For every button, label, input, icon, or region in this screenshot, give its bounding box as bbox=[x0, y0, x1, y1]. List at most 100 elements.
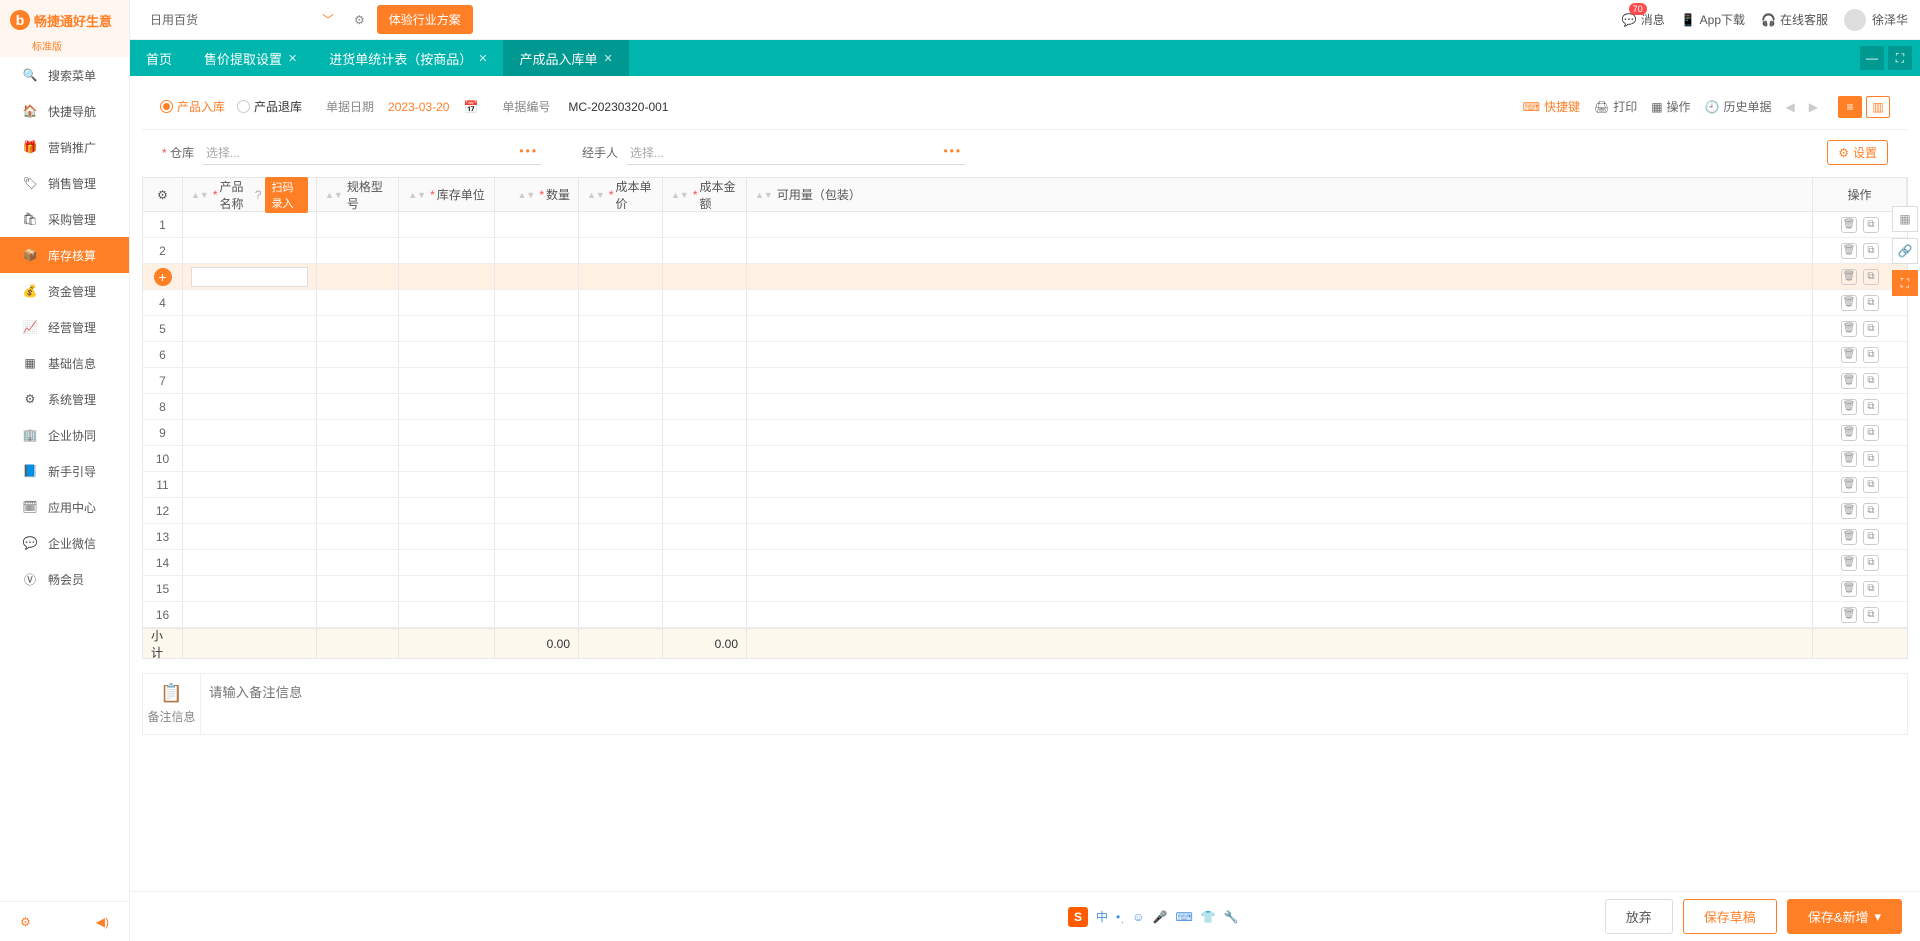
cell-spec[interactable] bbox=[317, 602, 399, 627]
scan-button[interactable]: 扫码录入 bbox=[265, 177, 308, 213]
delete-row-icon[interactable]: 🗑 bbox=[1841, 269, 1857, 285]
ime-smile-icon[interactable]: ☺ bbox=[1132, 910, 1144, 924]
cell-amount[interactable] bbox=[663, 316, 747, 341]
cell-name[interactable] bbox=[183, 524, 317, 549]
cell-name[interactable] bbox=[183, 394, 317, 419]
cell-amount[interactable] bbox=[663, 264, 747, 289]
cell-qty[interactable] bbox=[495, 498, 579, 523]
cell-qty[interactable] bbox=[495, 446, 579, 471]
table-row[interactable]: 4 🗑 ⧉ bbox=[143, 290, 1907, 316]
cell-name[interactable] bbox=[183, 550, 317, 575]
ime-lang[interactable]: 中 bbox=[1096, 908, 1108, 925]
cell-price[interactable] bbox=[579, 212, 663, 237]
tab-2[interactable]: 进货单统计表（按商品）✕ bbox=[313, 40, 503, 76]
cell-unit[interactable] bbox=[399, 576, 495, 601]
sidebar-item-apps[interactable]: 🗓应用中心 bbox=[0, 489, 129, 525]
delete-row-icon[interactable]: 🗑 bbox=[1841, 503, 1857, 519]
copy-row-icon[interactable]: ⧉ bbox=[1863, 321, 1879, 337]
cell-amount[interactable] bbox=[663, 602, 747, 627]
cell-available[interactable] bbox=[747, 420, 1813, 445]
sidebar-item-book[interactable]: 📘新手引导 bbox=[0, 453, 129, 489]
cell-qty[interactable] bbox=[495, 472, 579, 497]
cell-price[interactable] bbox=[579, 264, 663, 289]
collapse-icon[interactable]: ◀) bbox=[96, 915, 109, 929]
save-new-button[interactable]: 保存&新增 ▾ bbox=[1787, 899, 1902, 934]
cell-amount[interactable] bbox=[663, 472, 747, 497]
cell-amount[interactable] bbox=[663, 290, 747, 315]
sidebar-item-cart[interactable]: 🛍采购管理 bbox=[0, 201, 129, 237]
table-row[interactable]: 9 🗑 ⧉ bbox=[143, 420, 1907, 446]
table-row[interactable]: 6 🗑 ⧉ bbox=[143, 342, 1907, 368]
view-card[interactable]: ▥ bbox=[1866, 96, 1890, 118]
cell-amount[interactable] bbox=[663, 576, 747, 601]
ime-tool-icon[interactable]: 🔧 bbox=[1224, 910, 1239, 924]
cell-name[interactable] bbox=[183, 576, 317, 601]
cell-unit[interactable] bbox=[399, 550, 495, 575]
cell-price[interactable] bbox=[579, 316, 663, 341]
delete-row-icon[interactable]: 🗑 bbox=[1841, 477, 1857, 493]
cell-name[interactable] bbox=[183, 602, 317, 627]
remark-input[interactable] bbox=[201, 674, 1907, 734]
cell-qty[interactable] bbox=[495, 420, 579, 445]
close-icon[interactable]: ✕ bbox=[288, 52, 297, 65]
cell-spec[interactable] bbox=[317, 264, 399, 289]
cell-available[interactable] bbox=[747, 290, 1813, 315]
shop-settings-icon[interactable]: ⚙ bbox=[354, 13, 365, 27]
sidebar-item-megaphone[interactable]: 🎁营销推广 bbox=[0, 129, 129, 165]
delete-row-icon[interactable]: 🗑 bbox=[1841, 217, 1857, 233]
settings-icon[interactable]: ⚙ bbox=[20, 915, 31, 929]
cell-amount[interactable] bbox=[663, 446, 747, 471]
cell-qty[interactable] bbox=[495, 602, 579, 627]
discard-button[interactable]: 放弃 bbox=[1605, 899, 1673, 934]
cell-qty[interactable] bbox=[495, 342, 579, 367]
date-value[interactable]: 2023-03-20 bbox=[388, 100, 449, 114]
cell-available[interactable] bbox=[747, 368, 1813, 393]
download-link[interactable]: 📱 App下载 bbox=[1681, 11, 1745, 28]
cell-amount[interactable] bbox=[663, 498, 747, 523]
cell-price[interactable] bbox=[579, 342, 663, 367]
cell-price[interactable] bbox=[579, 550, 663, 575]
cell-price[interactable] bbox=[579, 368, 663, 393]
cell-qty[interactable] bbox=[495, 238, 579, 263]
cell-amount[interactable] bbox=[663, 550, 747, 575]
copy-row-icon[interactable]: ⧉ bbox=[1863, 529, 1879, 545]
table-row[interactable]: 13 🗑 ⧉ bbox=[143, 524, 1907, 550]
ime-keyboard-icon[interactable]: ⌨ bbox=[1175, 910, 1192, 924]
copy-row-icon[interactable]: ⧉ bbox=[1863, 425, 1879, 441]
header-gear[interactable]: ⚙ bbox=[143, 178, 183, 211]
copy-row-icon[interactable]: ⧉ bbox=[1863, 399, 1879, 415]
delete-row-icon[interactable]: 🗑 bbox=[1841, 321, 1857, 337]
ime-mic-icon[interactable]: 🎤 bbox=[1152, 910, 1167, 924]
delete-row-icon[interactable]: 🗑 bbox=[1841, 451, 1857, 467]
rail-btn-1[interactable]: ▦ bbox=[1892, 206, 1918, 232]
copy-row-icon[interactable]: ⧉ bbox=[1863, 555, 1879, 571]
cell-spec[interactable] bbox=[317, 524, 399, 549]
sidebar-item-vip[interactable]: Ⓥ畅会员 bbox=[0, 561, 129, 597]
tab-1[interactable]: 售价提取设置✕ bbox=[188, 40, 313, 76]
sidebar-item-chart[interactable]: 📈经营管理 bbox=[0, 309, 129, 345]
cell-amount[interactable] bbox=[663, 524, 747, 549]
cell-name[interactable] bbox=[183, 342, 317, 367]
cell-name[interactable] bbox=[183, 290, 317, 315]
copy-row-icon[interactable]: ⧉ bbox=[1863, 581, 1879, 597]
add-row-icon[interactable]: + bbox=[154, 268, 172, 286]
cell-qty[interactable] bbox=[495, 394, 579, 419]
close-icon[interactable]: ✕ bbox=[604, 52, 613, 65]
support-link[interactable]: 🎧 在线客服 bbox=[1761, 11, 1828, 28]
header-price[interactable]: ▲▼*成本单价 bbox=[579, 178, 663, 211]
cell-spec[interactable] bbox=[317, 550, 399, 575]
tab-3[interactable]: 产成品入库单✕ bbox=[503, 40, 628, 76]
cell-qty[interactable] bbox=[495, 576, 579, 601]
cell-available[interactable] bbox=[747, 446, 1813, 471]
cell-price[interactable] bbox=[579, 290, 663, 315]
delete-row-icon[interactable]: 🗑 bbox=[1841, 581, 1857, 597]
cell-available[interactable] bbox=[747, 602, 1813, 627]
cell-unit[interactable] bbox=[399, 290, 495, 315]
cell-name[interactable] bbox=[183, 212, 317, 237]
cell-unit[interactable] bbox=[399, 472, 495, 497]
cell-price[interactable] bbox=[579, 602, 663, 627]
header-qty[interactable]: ▲▼*数量 bbox=[495, 178, 579, 211]
copy-row-icon[interactable]: ⧉ bbox=[1863, 477, 1879, 493]
ime-icon[interactable]: S bbox=[1068, 907, 1088, 927]
cell-qty[interactable] bbox=[495, 368, 579, 393]
